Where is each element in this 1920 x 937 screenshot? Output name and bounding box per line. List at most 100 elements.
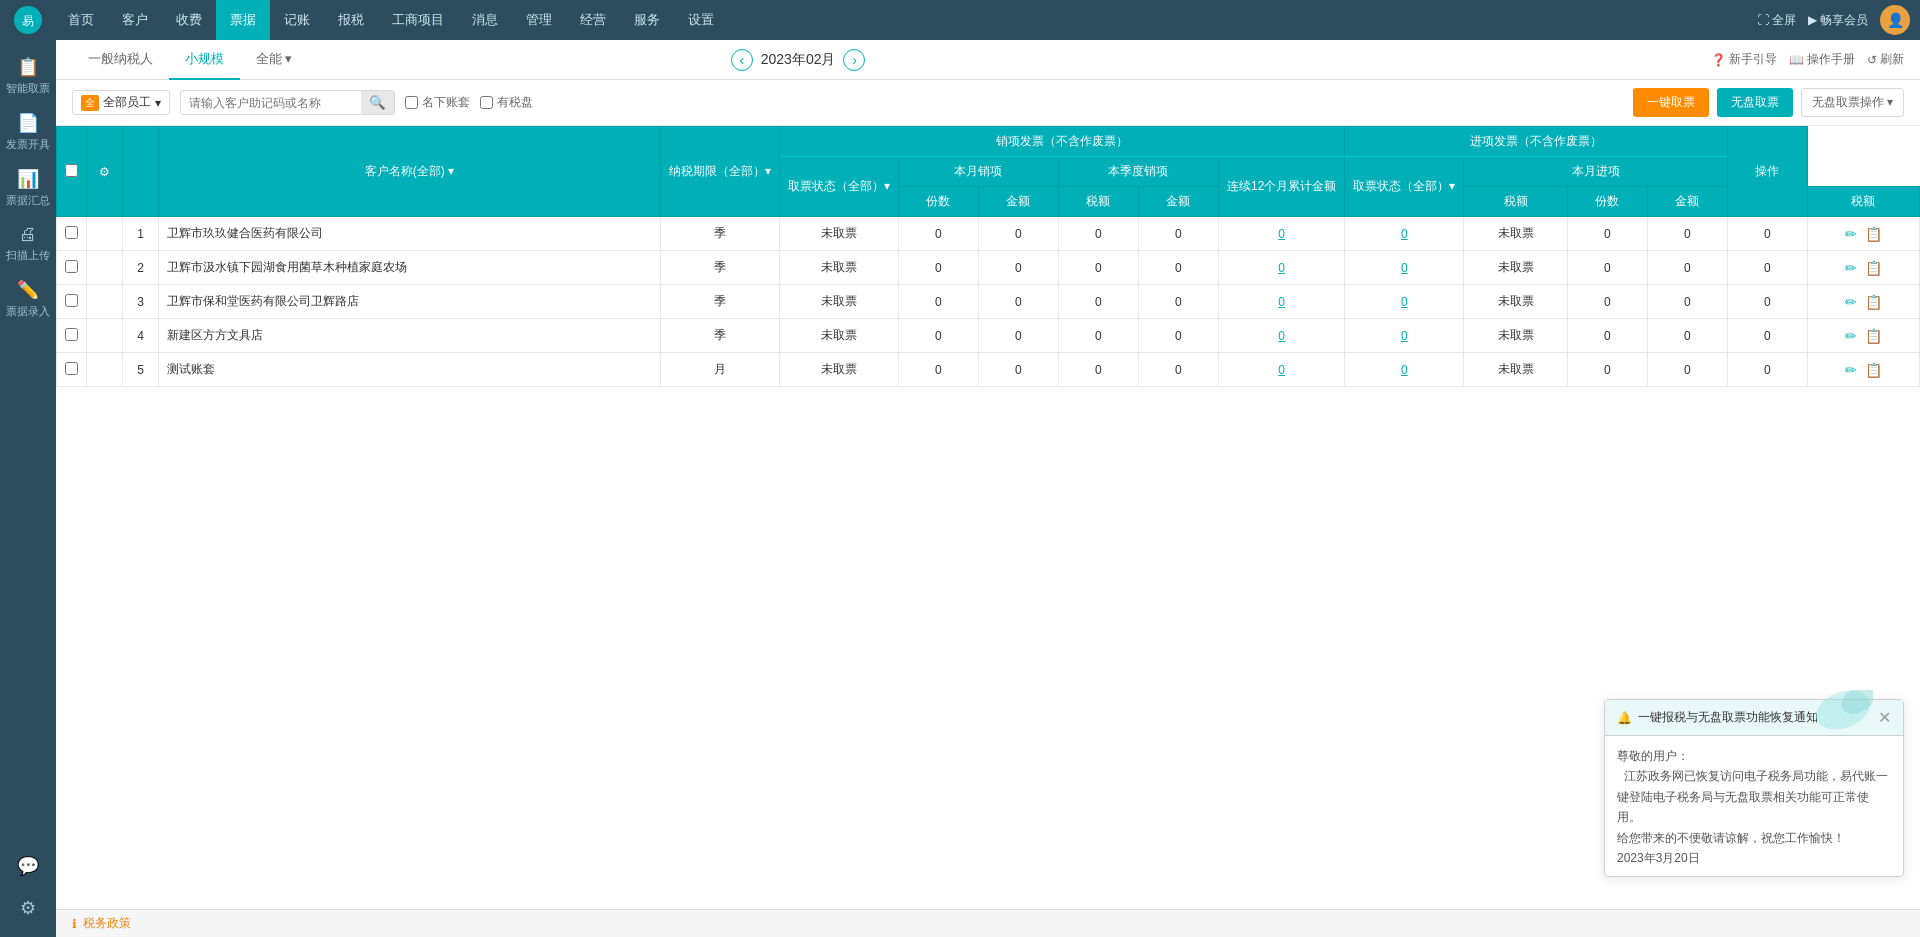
edit-icon[interactable]: ✏ — [1845, 260, 1857, 276]
row-checkbox-cell — [57, 285, 87, 319]
month-sale-amount-header: 金额 — [978, 187, 1058, 217]
view-icon[interactable]: 📋 — [1865, 328, 1882, 344]
nav-invoice[interactable]: 票据 — [216, 0, 270, 40]
sidebar-settings-btn[interactable]: ⚙ — [0, 889, 56, 927]
sidebar-item-label: 发票开具 — [6, 137, 50, 152]
notification-close-btn[interactable]: ✕ — [1878, 708, 1891, 727]
diskless-ticket-operation-btn[interactable]: 无盘取票操作 ▾ — [1801, 88, 1904, 117]
month-sale-tax-header: 税额 — [1058, 187, 1138, 217]
refresh-btn[interactable]: ↺ 刷新 — [1867, 51, 1904, 68]
view-icon[interactable]: 📋 — [1865, 362, 1882, 378]
fullscreen-btn[interactable]: ⛶ 全屏 — [1757, 12, 1796, 29]
select-all-checkbox[interactable] — [65, 164, 78, 177]
view-icon[interactable]: 📋 — [1865, 294, 1882, 310]
row-sale-12month[interactable]: 0 — [1345, 319, 1464, 353]
row-sale-12month[interactable]: 0 — [1345, 217, 1464, 251]
purchase-invoice-header: 进项发票（不含作废票） — [1345, 127, 1728, 157]
row-sale-12month[interactable]: 0 — [1345, 251, 1464, 285]
edit-icon[interactable]: ✏ — [1845, 362, 1857, 378]
sidebar-item-invoice-issue[interactable]: 📄 发票开具 — [0, 104, 56, 160]
row-sale-quarter-tax[interactable]: 0 — [1218, 353, 1344, 387]
member-btn[interactable]: ▶ 畅享会员 — [1808, 12, 1868, 29]
sidebar-chat-btn[interactable]: 💬 — [0, 847, 56, 885]
row-actions: ✏ 📋 — [1807, 217, 1919, 251]
new-guide-btn[interactable]: ❓ 新手引导 — [1711, 51, 1777, 68]
row-no: 5 — [123, 353, 159, 387]
nav-tax[interactable]: 报税 — [324, 0, 378, 40]
row-sale-quarter-tax[interactable]: 0 — [1218, 251, 1344, 285]
row-sale-quarter-tax[interactable]: 0 — [1218, 217, 1344, 251]
row-sale-12month[interactable]: 0 — [1345, 285, 1464, 319]
row-sale-month-count: 0 — [898, 319, 978, 353]
row-sale-month-amount: 0 — [978, 285, 1058, 319]
sidebar-item-ticket-entry[interactable]: ✏️ 票据录入 — [0, 271, 56, 327]
settings-icon[interactable]: ⚙ — [99, 165, 110, 179]
employee-filter[interactable]: 全 全部员工 ▾ — [72, 90, 170, 115]
row-sale-quarter-tax[interactable]: 0 — [1218, 285, 1344, 319]
tab-small-scale[interactable]: 小规模 — [169, 40, 240, 80]
sidebar-item-ticket-summary[interactable]: 📊 票据汇总 — [0, 160, 56, 216]
cumulative-12month-header: 连续12个月累计金额 — [1218, 157, 1344, 217]
nav-customer[interactable]: 客户 — [108, 0, 162, 40]
row-checkbox[interactable] — [65, 328, 78, 341]
notification-header: 🔔 一键报税与无盘取票功能恢复通知 ✕ — [1605, 700, 1903, 736]
row-sale-quarter-tax[interactable]: 0 — [1218, 319, 1344, 353]
row-sale-12month[interactable]: 0 — [1345, 353, 1464, 387]
my-accounts-checkbox-label[interactable]: 名下账套 — [405, 94, 470, 111]
my-accounts-checkbox[interactable] — [405, 96, 418, 109]
edit-icon[interactable]: ✏ — [1845, 294, 1857, 310]
tax-policy-link[interactable]: 税务政策 — [83, 915, 131, 932]
diskless-ticket-btn[interactable]: 无盘取票 — [1717, 88, 1793, 117]
tab-all-capable[interactable]: 全能 ▾ — [240, 40, 308, 80]
sidebar-item-label: 票据录入 — [6, 304, 50, 319]
row-checkbox[interactable] — [65, 226, 78, 239]
row-no: 2 — [123, 251, 159, 285]
notification-text: 尊敬的用户： 江苏政务网已恢复访问电子税务局功能，易代账一键登陆电子税务局与无盘… — [1617, 749, 1888, 865]
nav-service[interactable]: 服务 — [620, 0, 674, 40]
one-click-ticket-btn[interactable]: 一键取票 — [1633, 88, 1709, 117]
row-purchase-status: 未取票 — [1464, 285, 1567, 319]
table-row: 2 卫辉市汲水镇下园湖食用菌草木种植家庭农场 季 未取票 0 0 0 0 0 0… — [57, 251, 1920, 285]
row-sale-status: 未取票 — [779, 319, 898, 353]
nav-fee[interactable]: 收费 — [162, 0, 216, 40]
edit-icon[interactable]: ✏ — [1845, 226, 1857, 242]
row-sale-quarter-amount: 0 — [1138, 285, 1218, 319]
tab-general-taxpayer[interactable]: 一般纳税人 — [72, 40, 169, 80]
row-checkbox-cell — [57, 319, 87, 353]
nav-operation[interactable]: 经营 — [566, 0, 620, 40]
row-purchase-month-tax: 0 — [1727, 285, 1807, 319]
nav-business[interactable]: 工商项目 — [378, 0, 458, 40]
search-input[interactable] — [181, 92, 361, 114]
view-icon[interactable]: 📋 — [1865, 260, 1882, 276]
view-icon[interactable]: 📋 — [1865, 226, 1882, 242]
top-nav-menu: 首页 客户 收费 票据 记账 报税 工商项目 消息 管理 经营 服务 设置 — [54, 0, 1757, 40]
prev-month-btn[interactable]: ‹ — [731, 49, 753, 71]
tax-disk-checkbox-label[interactable]: 有税盘 — [480, 94, 533, 111]
sidebar-item-scan-upload[interactable]: 🖨 扫描上传 — [0, 216, 56, 271]
invoice-issue-icon: 📄 — [17, 112, 39, 134]
nav-home[interactable]: 首页 — [54, 0, 108, 40]
nav-bookkeeping[interactable]: 记账 — [270, 0, 324, 40]
row-purchase-month-amount: 0 — [1647, 285, 1727, 319]
row-sale-month-tax: 0 — [1058, 319, 1138, 353]
nav-message[interactable]: 消息 — [458, 0, 512, 40]
row-purchase-month-tax: 0 — [1727, 353, 1807, 387]
edit-icon[interactable]: ✏ — [1845, 328, 1857, 344]
current-date-label: 2023年02月 — [761, 51, 836, 69]
search-button[interactable]: 🔍 — [361, 91, 394, 114]
nav-settings[interactable]: 设置 — [674, 0, 728, 40]
row-checkbox[interactable] — [65, 294, 78, 307]
tax-disk-checkbox[interactable] — [480, 96, 493, 109]
sidebar-item-smart-ticket[interactable]: 📋 智能取票 — [0, 48, 56, 104]
nav-manage[interactable]: 管理 — [512, 0, 566, 40]
manual-btn[interactable]: 📖 操作手册 — [1789, 51, 1855, 68]
sale-invoice-header: 销项发票（不含作废票） — [779, 127, 1345, 157]
row-checkbox[interactable] — [65, 362, 78, 375]
smart-ticket-icon: 📋 — [17, 56, 39, 78]
user-avatar[interactable]: 👤 — [1880, 5, 1910, 35]
row-actions: ✏ 📋 — [1807, 353, 1919, 387]
row-sale-quarter-amount: 0 — [1138, 319, 1218, 353]
row-checkbox[interactable] — [65, 260, 78, 273]
sidebar: 📋 智能取票 📄 发票开具 📊 票据汇总 🖨 扫描上传 ✏️ 票据录入 💬 ⚙ — [0, 40, 56, 937]
next-month-btn[interactable]: › — [843, 49, 865, 71]
